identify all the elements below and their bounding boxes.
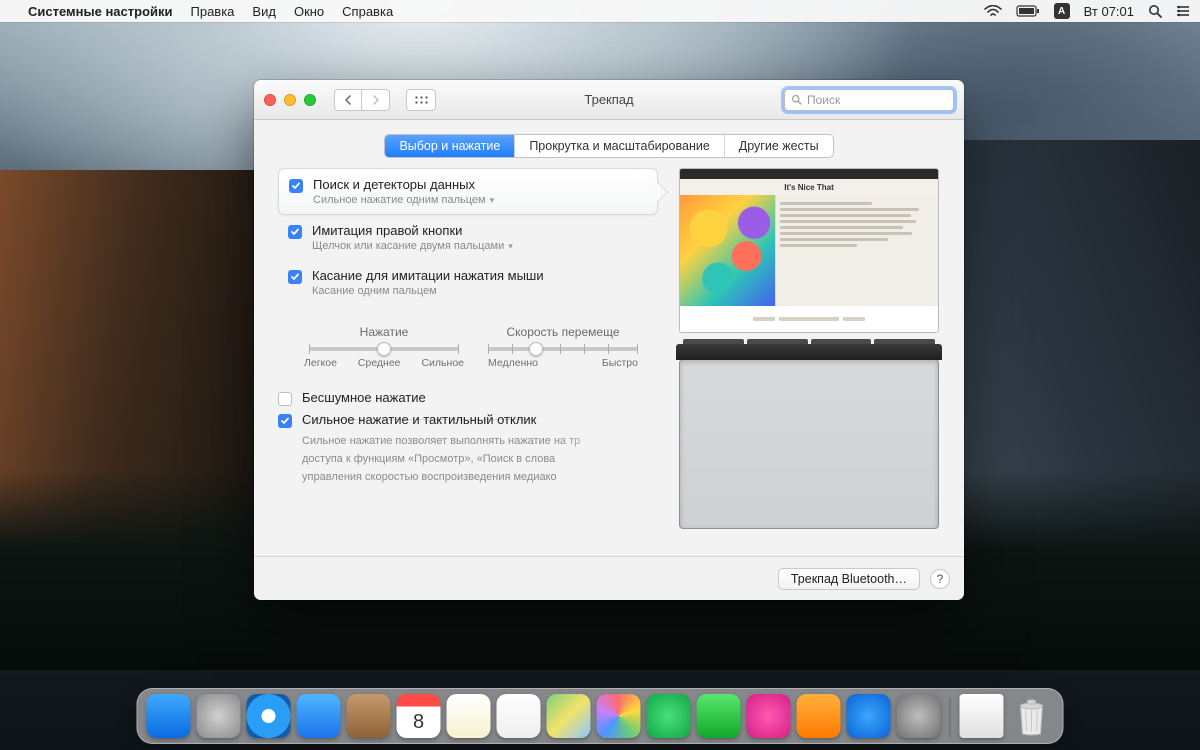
tracking-speed-label: Скорость перемеще: [488, 325, 638, 339]
preview-text-block: [775, 195, 938, 306]
menu-help[interactable]: Справка: [342, 4, 393, 19]
option-lookup-sub[interactable]: Сильное нажатие одним пальцем▾: [313, 194, 494, 206]
option-silent-click[interactable]: Бесшумное нажатие: [278, 387, 658, 409]
click-label-firm: Сильное: [421, 357, 464, 369]
dock-photos[interactable]: [597, 694, 641, 738]
tracking-speed-knob[interactable]: [529, 342, 543, 356]
dock: 8: [137, 688, 1064, 744]
tracking-speed-slider-group: Скорость перемеще Медленно Быстро: [488, 325, 638, 369]
option-tap-to-click-title: Касание для имитации нажатия мыши: [312, 268, 544, 283]
help-button[interactable]: ?: [930, 569, 950, 589]
chevron-down-icon: ▾: [508, 241, 513, 252]
dock-mail[interactable]: [297, 694, 341, 738]
speed-label-fast: Быстро: [602, 357, 638, 369]
dock-trash[interactable]: [1010, 694, 1054, 738]
click-pressure-slider[interactable]: [309, 347, 459, 351]
dock-reminders[interactable]: [497, 694, 541, 738]
dock-itunes[interactable]: [747, 694, 791, 738]
input-source-icon[interactable]: А: [1054, 3, 1070, 19]
search-icon: [791, 94, 802, 105]
spotlight-icon[interactable]: [1148, 4, 1162, 18]
force-click-desc-2: доступа к функциям «Просмотр», «Поиск в …: [302, 452, 642, 467]
notification-center-icon[interactable]: [1176, 5, 1190, 17]
checkbox-lookup[interactable]: [289, 179, 303, 193]
options-pane: Поиск и детекторы данных Сильное нажатие…: [278, 168, 658, 544]
dock-notes[interactable]: [447, 694, 491, 738]
preferences-window: Трекпад Поиск Выбор и нажатие Прокрутка …: [254, 80, 964, 600]
preview-site-title: It's Nice That: [680, 179, 938, 195]
search-field[interactable]: Поиск: [784, 89, 954, 111]
click-pressure-knob[interactable]: [377, 342, 391, 356]
click-pressure-slider-group: Нажатие Легкое Среднее Сильное: [304, 325, 464, 369]
dock-maps[interactable]: [547, 694, 591, 738]
preview-screen: It's Nice That: [679, 168, 939, 333]
dock-calendar[interactable]: 8: [397, 694, 441, 738]
option-lookup[interactable]: Поиск и детекторы данных Сильное нажатие…: [278, 168, 658, 215]
forward-button[interactable]: [362, 89, 390, 111]
tab-more-gestures[interactable]: Другие жесты: [724, 135, 833, 157]
dock-minimized-window[interactable]: [960, 694, 1004, 738]
dock-facetime[interactable]: [697, 694, 741, 738]
dock-contacts[interactable]: [347, 694, 391, 738]
force-click-desc-3: управления скоростью воспроизведения мед…: [302, 470, 642, 485]
option-secondary-click[interactable]: Имитация правой кнопки Щелчок или касани…: [278, 215, 658, 260]
sliders-row: Нажатие Легкое Среднее Сильное Скорость …: [304, 325, 658, 369]
window-traffic-lights: [264, 94, 316, 106]
window-titlebar: Трекпад Поиск: [254, 80, 964, 120]
tabs-row: Выбор и нажатие Прокрутка и масштабирова…: [254, 120, 964, 168]
menu-window[interactable]: Окно: [294, 4, 324, 19]
speed-label-slow: Медленно: [488, 357, 538, 369]
app-menu[interactable]: Системные настройки: [28, 4, 173, 19]
window-footer: Трекпад Bluetooth… ?: [254, 556, 964, 600]
menubar-clock[interactable]: Вт 07:01: [1084, 4, 1134, 19]
menu-view[interactable]: Вид: [252, 4, 276, 19]
preview-artwork: [680, 195, 775, 306]
checkbox-secondary-click[interactable]: [288, 225, 302, 239]
back-button[interactable]: [334, 89, 362, 111]
click-pressure-label: Нажатие: [304, 325, 464, 339]
option-force-click[interactable]: Сильное нажатие и тактильный отклик: [278, 409, 658, 431]
chevron-down-icon: ▾: [490, 195, 495, 206]
preview-trackpad: [679, 359, 939, 529]
battery-icon[interactable]: [1016, 5, 1040, 17]
checkbox-tap-to-click[interactable]: [288, 270, 302, 284]
click-label-medium: Среднее: [358, 357, 401, 369]
zoom-button[interactable]: [304, 94, 316, 106]
option-force-click-title: Сильное нажатие и тактильный отклик: [302, 412, 536, 427]
lower-options: Бесшумное нажатие Сильное нажатие и такт…: [278, 387, 658, 485]
dock-launchpad[interactable]: [197, 694, 241, 738]
show-all-button[interactable]: [406, 89, 436, 111]
checkbox-silent-click[interactable]: [278, 392, 292, 406]
tab-scroll-zoom[interactable]: Прокрутка и масштабирование: [514, 135, 723, 157]
search-placeholder: Поиск: [807, 93, 840, 107]
option-secondary-click-title: Имитация правой кнопки: [312, 223, 513, 238]
tab-point-click[interactable]: Выбор и нажатие: [385, 135, 514, 157]
menu-edit[interactable]: Правка: [191, 4, 235, 19]
dock-appstore[interactable]: [847, 694, 891, 738]
gesture-preview: It's Nice That: [674, 168, 944, 544]
tracking-speed-slider[interactable]: [488, 347, 638, 351]
close-button[interactable]: [264, 94, 276, 106]
option-tap-to-click-sub: Касание одним пальцем: [312, 285, 544, 297]
dock-messages[interactable]: [647, 694, 691, 738]
option-lookup-title: Поиск и детекторы данных: [313, 177, 494, 192]
checkbox-force-click[interactable]: [278, 414, 292, 428]
dock-safari[interactable]: [247, 694, 291, 738]
bluetooth-trackpad-button[interactable]: Трекпад Bluetooth…: [778, 568, 920, 590]
content-area: Поиск и детекторы данных Сильное нажатие…: [254, 168, 964, 556]
click-label-light: Легкое: [304, 357, 337, 369]
option-silent-click-title: Бесшумное нажатие: [302, 390, 426, 405]
dock-ibooks[interactable]: [797, 694, 841, 738]
dock-finder[interactable]: [147, 694, 191, 738]
segmented-tabs: Выбор и нажатие Прокрутка и масштабирова…: [384, 134, 833, 158]
force-click-desc-1: Сильное нажатие позволяет выполнять нажа…: [302, 434, 642, 449]
dock-preferences[interactable]: [897, 694, 941, 738]
wifi-icon[interactable]: [984, 5, 1002, 17]
menubar: Системные настройки Правка Вид Окно Спра…: [0, 0, 1200, 22]
dock-separator: [950, 698, 951, 738]
nav-buttons: [334, 89, 390, 111]
minimize-button[interactable]: [284, 94, 296, 106]
option-tap-to-click[interactable]: Касание для имитации нажатия мыши Касани…: [278, 260, 658, 305]
option-secondary-click-sub[interactable]: Щелчок или касание двумя пальцами▾: [312, 240, 513, 252]
